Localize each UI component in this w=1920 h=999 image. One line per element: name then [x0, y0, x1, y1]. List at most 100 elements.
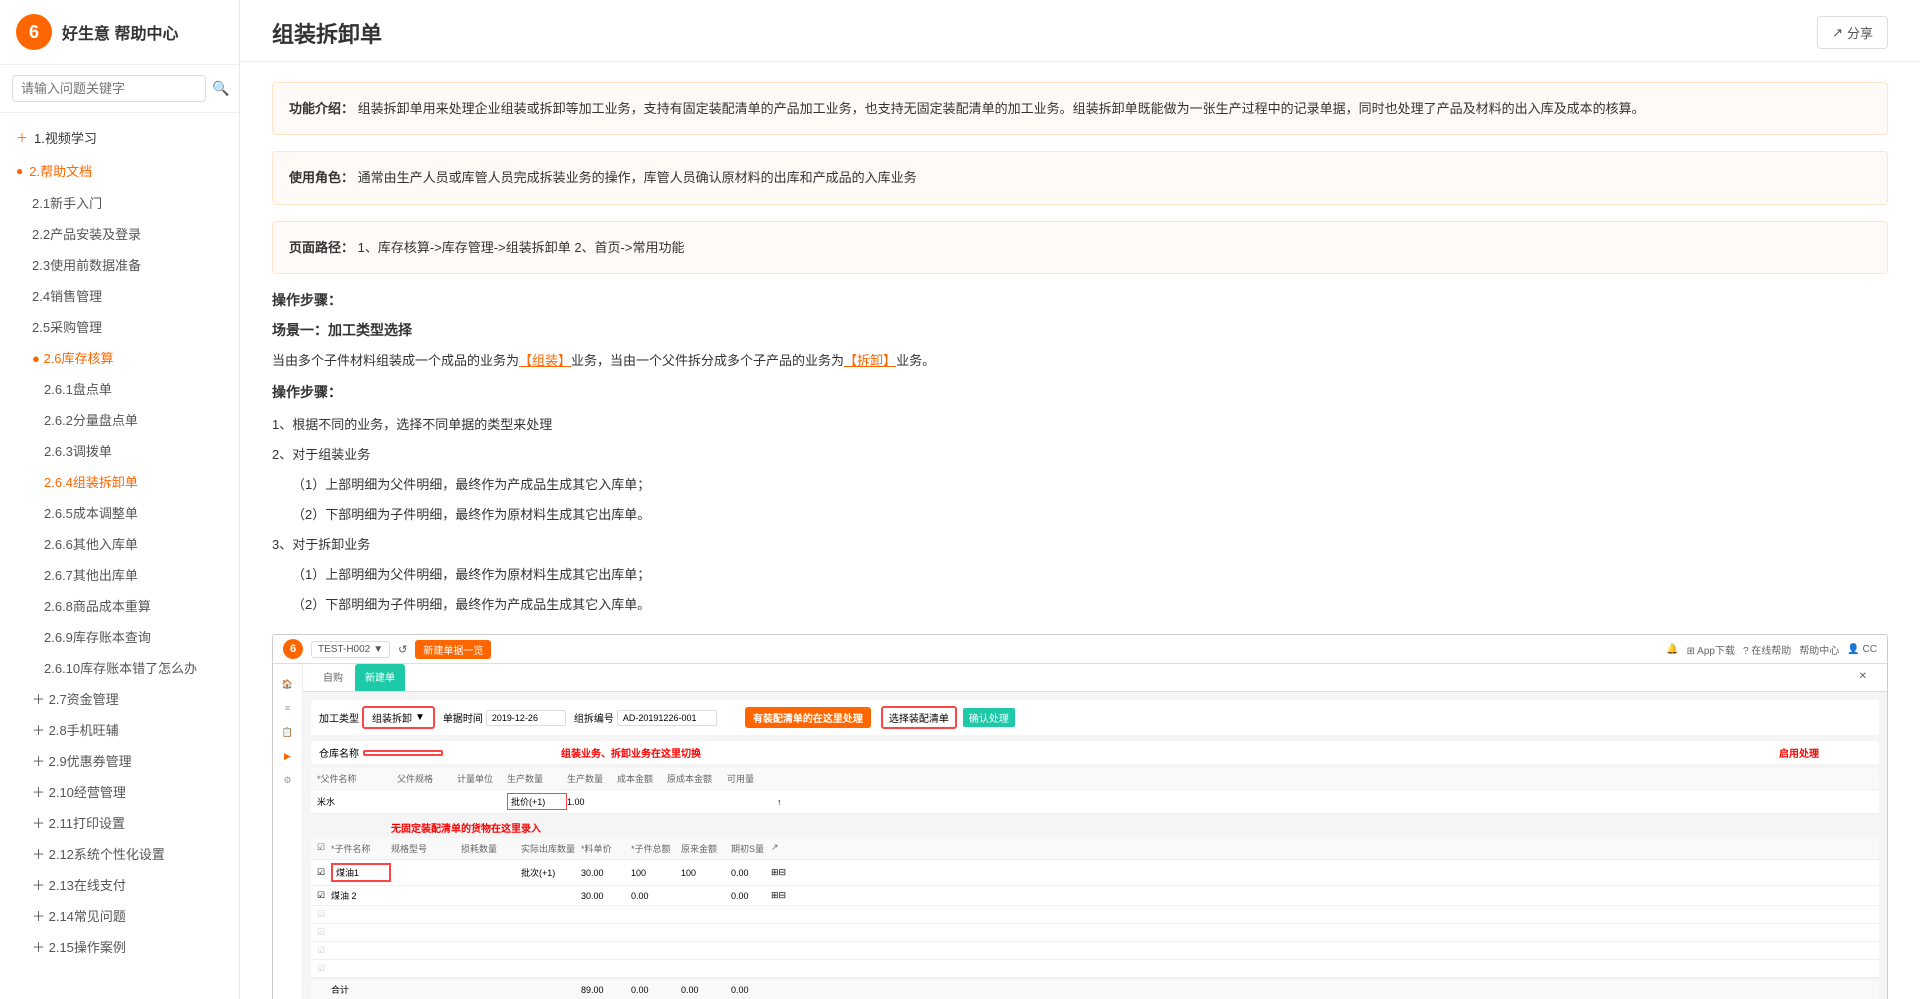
mockup-bottom-row-3: ☑ — [311, 906, 1879, 924]
step-3: 3、对于拆卸业务 — [272, 532, 1888, 558]
logo-area: 6 好生意 帮助中心 — [0, 0, 239, 65]
sidebar-item-2-6[interactable]: ● 2.6库存核算 — [0, 342, 239, 373]
sidebar-item-docs[interactable]: ● 2.帮助文档 — [0, 154, 239, 187]
func-intro-text: 组装拆卸单用来处理企业组装或拆卸等加工业务，支持有固定装配清单的产品加工业务，也… — [358, 101, 1645, 116]
mockup-sidebar-nav2[interactable]: 📋 — [273, 720, 302, 744]
sidebar-item-2-9[interactable]: ＋ 2.9优惠券管理 — [0, 745, 239, 776]
path-block: 页面路径： 1、库存核算->库存管理->组装拆卸单 2、首页->常用功能 — [272, 221, 1888, 274]
step-list: 1、根据不同的业务，选择不同单据的类型来处理 2、对于组装业务 （1）上部明细为… — [272, 412, 1888, 618]
mockup-warehouse-area: 仓库名称 — [319, 745, 443, 760]
sidebar-item-video[interactable]: ＋ 1.视频学习 — [0, 121, 239, 154]
sidebar-item-2-12[interactable]: ＋ 2.12系统个性化设置 — [0, 838, 239, 869]
mockup-num-label: 组拆编号 — [574, 710, 614, 725]
step-3-sub2: （2）下部明细为子件明细，最终作为产成品生成其它入库单。 — [292, 592, 1888, 618]
scenario1-label: 场景一：加工类型选择 — [272, 320, 1888, 340]
mockup-sidebar-nav4[interactable]: ⚙ — [273, 768, 302, 792]
sidebar-item-2-6-4[interactable]: 2.6.4组装拆卸单 — [0, 466, 239, 497]
mockup-tab-2[interactable]: 新建单 — [355, 664, 405, 691]
sidebar-item-2-6-5[interactable]: 2.6.5成本调整单 — [0, 497, 239, 528]
func-intro-label: 功能介绍： — [289, 101, 354, 116]
mockup-bottom-row-5: ☑ — [311, 942, 1879, 960]
ops-steps-sub-label: 操作步骤： — [272, 382, 1888, 402]
sidebar-item-2-3[interactable]: 2.3使用前数据准备 — [0, 249, 239, 280]
mockup-annotation-enable: 启用处理 — [1779, 745, 1819, 760]
mockup-bottom-row-2: ☑ 煤油 2 30.00 0.00 0.00 ⊞⊟ — [311, 886, 1879, 906]
mockup-company-dropdown[interactable]: TEST-H002 ▼ — [311, 641, 390, 658]
sidebar-item-2-6-3[interactable]: 2.6.3调拨单 — [0, 435, 239, 466]
mockup-tab-3[interactable]: ✕ — [1849, 666, 1877, 689]
mockup-sidebar-nav1[interactable]: ≡ — [273, 696, 302, 720]
mockup-sidebar-home[interactable]: 🏠 — [273, 672, 302, 696]
page-title: 组装拆卸单 — [272, 17, 382, 49]
mockup-apps-icon[interactable]: ⊞ App下载 — [1687, 642, 1735, 657]
mockup-type-select[interactable]: 组装拆卸 ▼ — [362, 706, 435, 729]
mockup-confirm-btn[interactable]: 确认处理 — [963, 708, 1015, 727]
collapse-icon: ● — [16, 164, 23, 178]
mockup-tabs: 自购 新建单 ✕ — [303, 664, 1887, 692]
sidebar-item-2-8[interactable]: ＋ 2.8手机旺辅 — [0, 714, 239, 745]
app-logo-icon: 6 — [16, 14, 52, 50]
search-area: 🔍 — [0, 65, 239, 113]
sidebar-item-2-6-6[interactable]: 2.6.6其他入库单 — [0, 528, 239, 559]
sidebar-item-2-11[interactable]: ＋ 2.11打印设置 — [0, 807, 239, 838]
mockup-type-field: 加工类型 组装拆卸 ▼ — [319, 706, 435, 729]
mockup-tab-1[interactable]: 自购 — [313, 664, 353, 691]
sidebar: 6 好生意 帮助中心 🔍 ＋ 1.视频学习 ● 2.帮助文档 2.1新手入门 2… — [0, 0, 240, 999]
role-label: 使用角色： — [289, 170, 354, 185]
mockup-bottom-row-1: ☑ 煤油1 批次(+1) 30.00 100 100 0.00 ⊞⊟ — [311, 860, 1879, 886]
search-input[interactable] — [12, 75, 206, 102]
sidebar-item-2-1[interactable]: 2.1新手入门 — [0, 187, 239, 218]
mockup-date-field: 单据时间 2019-12-26 — [443, 710, 566, 726]
mockup-bottom-row-6: ☑ — [311, 960, 1879, 978]
mockup-close-icon[interactable]: ✕ — [1859, 671, 1867, 682]
sidebar-item-2-6-1[interactable]: 2.6.1盘点单 — [0, 373, 239, 404]
sidebar-item-2-6-7[interactable]: 2.6.7其他出库单 — [0, 559, 239, 590]
sidebar-nav: ＋ 1.视频学习 ● 2.帮助文档 2.1新手入门 2.2产品安装及登录 2.3… — [0, 113, 239, 999]
mockup-main-area: 自购 新建单 ✕ 加工类型 — [303, 664, 1887, 999]
sidebar-item-2-5[interactable]: 2.5采购管理 — [0, 311, 239, 342]
mockup-topbar-right: 🔔 ⊞ App下载 ? 在线帮助 帮助中心 👤 CC — [1666, 642, 1877, 657]
sidebar-item-2-13[interactable]: ＋ 2.13在线支付 — [0, 869, 239, 900]
sidebar-item-2-7[interactable]: ＋ 2.7资金管理 — [0, 683, 239, 714]
mockup-num-field: 组拆编号 AD-20191226-001 — [574, 710, 717, 726]
role-text: 通常由生产人员或库管人员完成拆装业务的操作，库管人员确认原材料的出库和产成品的入… — [358, 170, 917, 185]
sidebar-item-2-15[interactable]: ＋ 2.15操作案例 — [0, 931, 239, 962]
mockup-avatar[interactable]: 👤 CC — [1847, 644, 1877, 655]
mockup-num-input[interactable]: AD-20191226-001 — [617, 710, 717, 726]
mockup-question-icon[interactable]: ? 在线帮助 — [1743, 642, 1791, 657]
mockup-top-table: *父件名称 父件规格 计量单位 生产数量 生产数量 成本金额 原成本金额 可用量 — [311, 768, 1879, 814]
sidebar-item-2-6-9[interactable]: 2.6.9库存账本查询 — [0, 621, 239, 652]
app-title: 好生意 帮助中心 — [62, 20, 178, 44]
sidebar-item-2-2[interactable]: 2.2产品安装及登录 — [0, 218, 239, 249]
main-content: 组装拆卸单 ↗ 分享 功能介绍： 组装拆卸单用来处理企业组装或拆卸等加工业务，支… — [240, 0, 1920, 999]
search-icon[interactable]: 🔍 — [212, 80, 229, 97]
mockup-bottom-table-header: ☑ *子件名称 规格型号 损耗数量 实际出库数量 *料单价 *子件总额 原来金额… — [311, 838, 1879, 860]
mockup-new-btn[interactable]: 新建单据一览 — [415, 640, 491, 659]
expand-icon: ＋ — [16, 129, 28, 146]
mockup-bell-icon[interactable]: 🔔 — [1666, 644, 1678, 655]
mockup-sidebar-sm: 🏠 ≡ 📋 ▶ ⚙ — [273, 664, 303, 999]
mockup-sidebar-nav3[interactable]: ▶ — [273, 744, 302, 768]
sidebar-item-2-6-10[interactable]: 2.6.10库存账本错了怎么办 — [0, 652, 239, 683]
page-header: 组装拆卸单 ↗ 分享 — [240, 0, 1920, 62]
role-block: 使用角色： 通常由生产人员或库管人员完成拆装业务的操作，库管人员确认原材料的出库… — [272, 151, 1888, 204]
step-3-sub1: （1）上部明细为父件明细，最终作为原材料生成其它出库单； — [292, 562, 1888, 588]
sidebar-item-2-10[interactable]: ＋ 2.10经营管理 — [0, 776, 239, 807]
sidebar-item-2-6-8[interactable]: 2.6.8商品成本重算 — [0, 590, 239, 621]
sidebar-item-2-14[interactable]: ＋ 2.14常见问题 — [0, 900, 239, 931]
mockup-alert-text: 有装配清单的在这里处理 — [745, 707, 871, 728]
content-body: 功能介绍： 组装拆卸单用来处理企业组装或拆卸等加工业务，支持有固定装配清单的产品… — [240, 62, 1920, 999]
mockup-help-icon[interactable]: 帮助中心 — [1799, 642, 1839, 657]
mockup-sub-name-1[interactable]: 煤油1 — [331, 863, 391, 882]
share-icon: ↗ — [1832, 25, 1843, 41]
sidebar-item-2-6-2[interactable]: 2.6.2分量盘点单 — [0, 404, 239, 435]
mockup-warehouse-label: 仓库名称 — [319, 745, 359, 760]
mockup-select-btn[interactable]: 选择装配清单 — [881, 706, 957, 729]
share-button[interactable]: ↗ 分享 — [1817, 16, 1888, 49]
mockup-date-input[interactable]: 2019-12-26 — [486, 710, 566, 726]
mockup-warehouse-input[interactable] — [363, 750, 443, 756]
sidebar-item-2-4[interactable]: 2.4销售管理 — [0, 280, 239, 311]
mockup-content-inner: 加工类型 组装拆卸 ▼ 单据时间 2019-12-26 — [303, 692, 1887, 999]
mockup-refresh-icon[interactable]: ↺ — [398, 643, 407, 656]
mockup-top-qty-cell[interactable]: 批价(+1) — [507, 793, 567, 810]
